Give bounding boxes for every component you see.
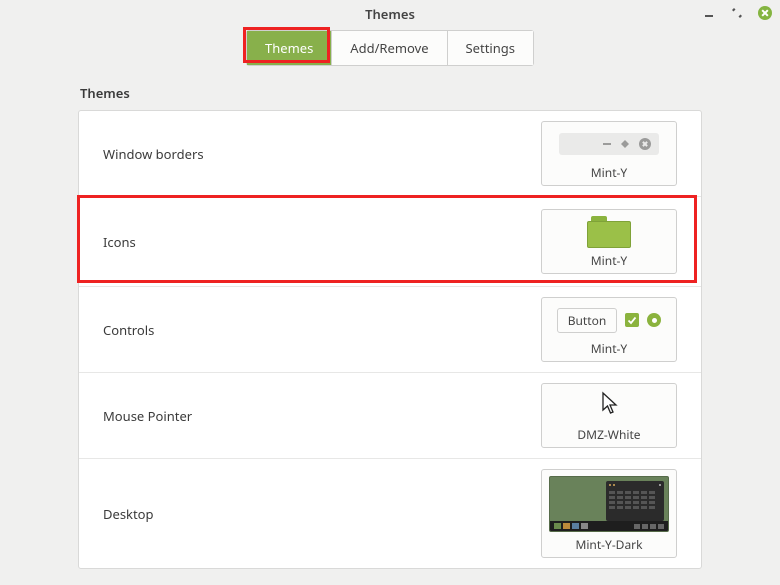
selector-window-borders[interactable]: Mint-Y (541, 121, 677, 186)
wb-maximize-icon (621, 140, 629, 148)
value-icons: Mint-Y (591, 252, 627, 269)
row-window-borders: Window borders Mint-Y (79, 111, 701, 197)
preview-cursor (548, 390, 670, 422)
tab-bar: Themes Add/Remove Settings (0, 28, 780, 64)
cursor-arrow-icon (599, 391, 619, 421)
row-desktop: Desktop (79, 459, 701, 568)
label-desktop: Desktop (103, 505, 541, 523)
selector-mouse-pointer[interactable]: DMZ-White (541, 383, 677, 448)
tab-group: Themes Add/Remove Settings (246, 30, 534, 66)
titlebar: Themes (0, 0, 780, 28)
value-mouse-pointer: DMZ-White (577, 426, 640, 443)
content-area: Themes Window borders Mint-Y Icons (0, 64, 780, 569)
minimize-icon[interactable] (702, 6, 716, 20)
selector-icons[interactable]: Mint-Y (541, 209, 677, 274)
label-controls: Controls (103, 321, 541, 339)
wb-close-icon (639, 138, 651, 150)
value-window-borders: Mint-Y (591, 164, 627, 181)
preview-icons (548, 216, 670, 248)
folder-icon (587, 216, 631, 248)
maximize-icon[interactable] (730, 6, 744, 20)
checkbox-checked-icon (625, 313, 639, 327)
window-title: Themes (365, 5, 415, 23)
close-icon[interactable] (758, 6, 772, 20)
row-icons: Icons Mint-Y (79, 197, 701, 287)
themes-panel: Window borders Mint-Y Icons (78, 110, 702, 569)
label-mouse-pointer: Mouse Pointer (103, 407, 541, 425)
radio-selected-icon (647, 313, 661, 327)
section-heading: Themes (80, 84, 702, 102)
preview-window-borders (548, 128, 670, 160)
value-desktop: Mint-Y-Dark (575, 536, 642, 553)
preview-controls: Button (548, 304, 670, 336)
wb-minimize-icon (603, 143, 611, 145)
selector-desktop[interactable]: Mint-Y-Dark (541, 469, 677, 558)
desktop-thumbnail (549, 476, 669, 532)
label-icons: Icons (103, 233, 541, 251)
label-window-borders: Window borders (103, 145, 541, 163)
row-mouse-pointer: Mouse Pointer DMZ-White (79, 373, 701, 459)
tab-themes[interactable]: Themes (247, 31, 332, 65)
value-controls: Mint-Y (591, 340, 627, 357)
selector-controls[interactable]: Button Mint-Y (541, 297, 677, 362)
tab-add-remove[interactable]: Add/Remove (332, 31, 447, 65)
tab-settings[interactable]: Settings (448, 31, 533, 65)
preview-desktop (548, 476, 670, 532)
row-controls: Controls Button Mint-Y (79, 287, 701, 373)
window-controls (702, 6, 772, 20)
controls-button-sample: Button (557, 308, 618, 333)
